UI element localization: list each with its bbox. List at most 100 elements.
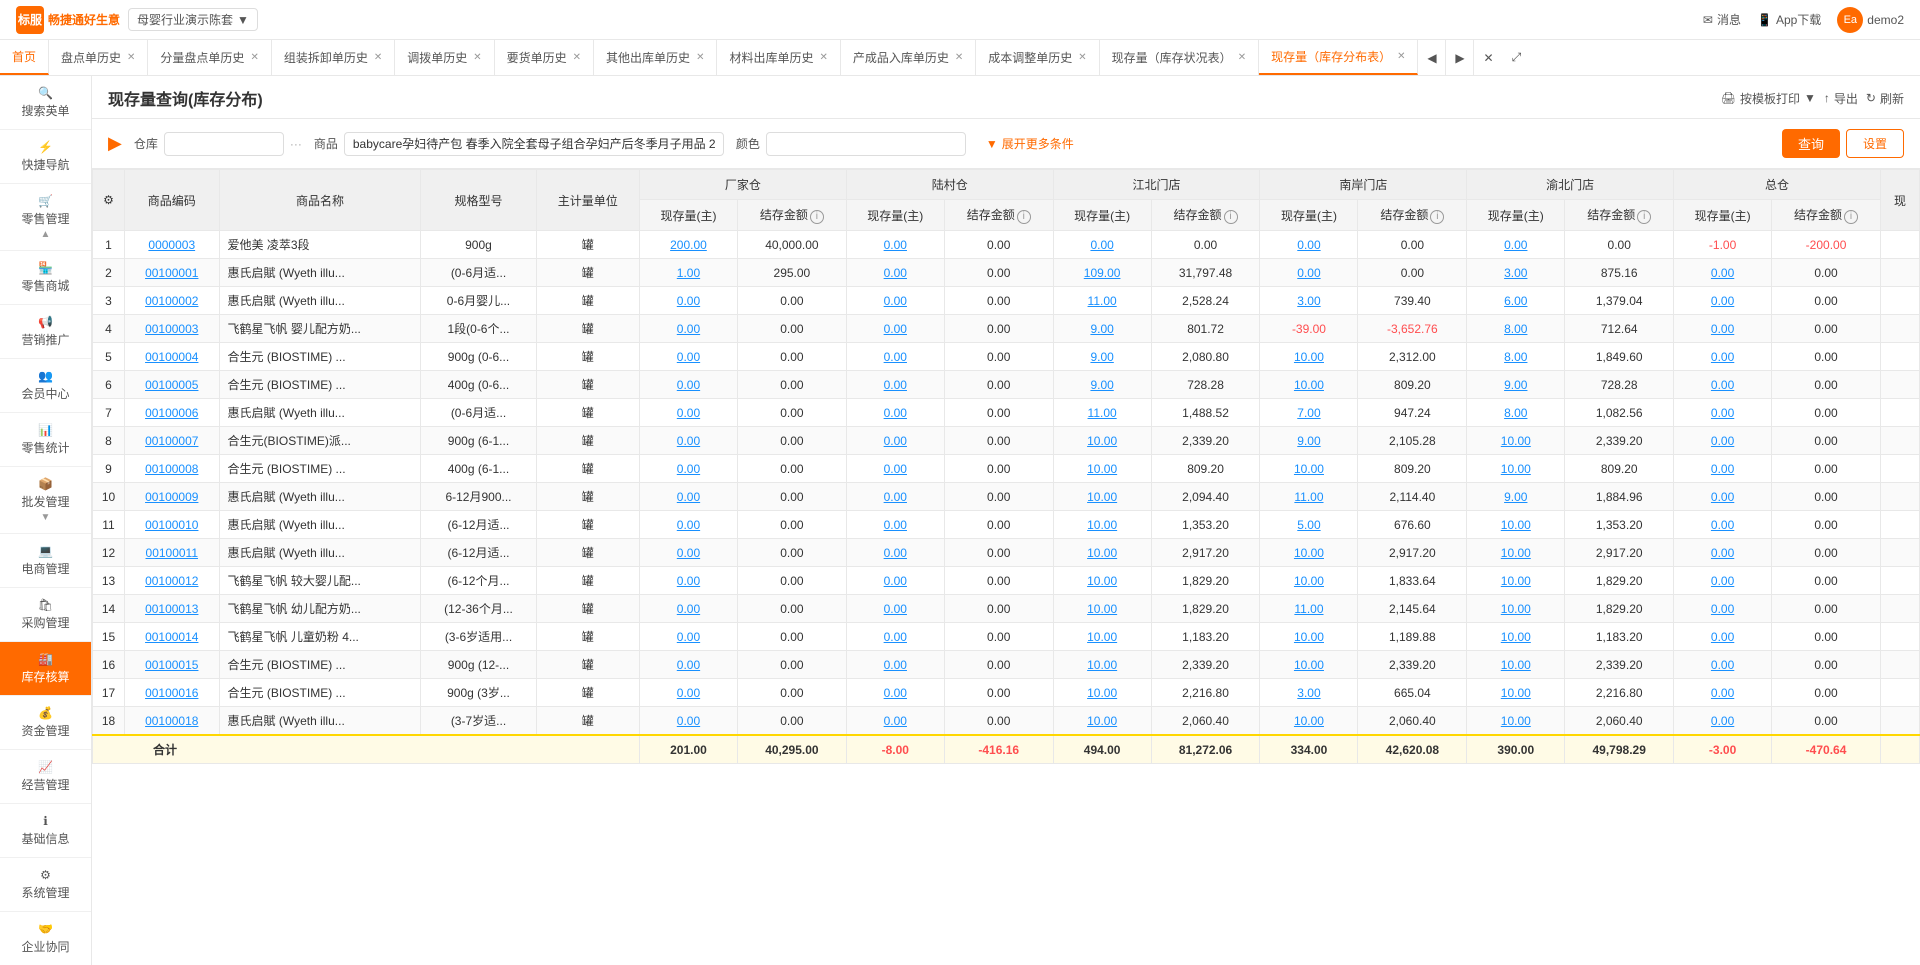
lc-amt-cell: 0.00 [944, 623, 1053, 651]
jb-qty-cell: 10.00 [1053, 679, 1151, 707]
close-icon[interactable]: ✕ [1238, 52, 1246, 63]
yb-amt-cell: 1,829.20 [1565, 567, 1674, 595]
table-row: 2 00100001 惠氏启賦 (Wyeth illu... (0-6月适...… [93, 259, 1920, 287]
warehouse-input[interactable] [164, 132, 284, 156]
info-icon[interactable]: i [1637, 210, 1651, 224]
tab-split-check[interactable]: 分量盘点单历史 ✕ [148, 40, 271, 75]
jb-qty-cell: 10.00 [1053, 595, 1151, 623]
close-icon[interactable]: ✕ [473, 52, 481, 63]
tab-assemble[interactable]: 组装拆卸单历史 ✕ [272, 40, 395, 75]
tab-home[interactable]: 首页 [0, 40, 49, 75]
total-amt-cell: 0.00 [1772, 315, 1881, 343]
expand-btn[interactable]: ▼ 展开更多条件 [986, 135, 1074, 152]
print-btn[interactable]: 🖨 按模板打印 ▼ [1721, 90, 1816, 107]
sidebar-item-collab[interactable]: 🤝 企业协同 [0, 912, 91, 965]
na-qty-cell: 10.00 [1260, 707, 1358, 736]
jb-amt-cell: 801.72 [1151, 315, 1260, 343]
toggle-filter-btn[interactable]: ▶ [108, 133, 122, 154]
lc-amt-cell: 0.00 [944, 231, 1053, 259]
tab-inventory-check[interactable]: 盘点单历史 ✕ [49, 40, 148, 75]
sidebar-item-shop[interactable]: 🏪 零售商城 [0, 251, 91, 305]
tab-close-all-btn[interactable]: ✕ [1474, 40, 1502, 75]
sidebar-item-ecommerce[interactable]: 💻 电商管理 [0, 534, 91, 588]
warehouse-more-icon[interactable]: ··· [290, 137, 302, 151]
table-body: 1 0000003 爱他美 凌萃3段 900g 罐 200.00 40,000.… [93, 231, 1920, 764]
close-icon[interactable]: ✕ [1397, 51, 1405, 62]
na-qty-cell: 0.00 [1260, 259, 1358, 287]
sidebar-item-quicknav[interactable]: ⚡ 快捷导航 [0, 130, 91, 184]
close-icon[interactable]: ✕ [819, 52, 827, 63]
info-icon[interactable]: i [1844, 210, 1858, 224]
tab-material-out[interactable]: 材料出库单历史 ✕ [717, 40, 840, 75]
code-cell: 00100012 [125, 567, 220, 595]
info-icon[interactable]: i [1017, 210, 1031, 224]
sidebar-item-member[interactable]: 👥 会员中心 [0, 359, 91, 413]
close-icon[interactable]: ✕ [573, 52, 581, 63]
tab-cost-adjust[interactable]: 成本调整单历史 ✕ [976, 40, 1099, 75]
spec-cell: (0-6月适... [421, 259, 536, 287]
sidebar-item-business[interactable]: 📈 经营管理 [0, 750, 91, 804]
sidebar-item-inventory[interactable]: 🏭 库存核算 [0, 642, 91, 696]
na-qty-cell: 7.00 [1260, 399, 1358, 427]
app-download-btn[interactable]: 📱 App下载 [1757, 11, 1821, 28]
refresh-btn[interactable]: ↻ 刷新 [1866, 90, 1904, 107]
setting-btn[interactable]: 设置 [1846, 129, 1904, 158]
sidebar-item-retail-stats[interactable]: 📊 零售统计 [0, 413, 91, 467]
close-icon[interactable]: ✕ [696, 52, 704, 63]
lc-qty-cell: 0.00 [846, 539, 944, 567]
tab-other-out[interactable]: 其他出库单历史 ✕ [594, 40, 717, 75]
yb-amt-cell: 2,060.40 [1565, 707, 1674, 736]
close-icon[interactable]: ✕ [955, 52, 963, 63]
tab-transfer[interactable]: 调拨单历史 ✕ [395, 40, 494, 75]
tab-requisition[interactable]: 要货单历史 ✕ [495, 40, 594, 75]
goods-input[interactable] [344, 132, 724, 156]
info-icon[interactable]: i [1224, 210, 1238, 224]
jb-qty-cell: 10.00 [1053, 455, 1151, 483]
total-amt-cell: 0.00 [1772, 511, 1881, 539]
table-row: 14 00100013 飞鹤星飞帆 幼儿配方奶... (12-36个月... 罐… [93, 595, 1920, 623]
close-icon[interactable]: ✕ [1078, 52, 1086, 63]
sidebar-item-marketing[interactable]: 📢 营销推广 [0, 305, 91, 359]
messages-btn[interactable]: ✉ 消息 [1703, 11, 1741, 28]
export-btn[interactable]: ↑ 导出 [1824, 90, 1858, 107]
jb-amt-cell: 1,353.20 [1151, 511, 1260, 539]
lc-qty-cell: 0.00 [846, 595, 944, 623]
user-menu[interactable]: Ea demo2 [1837, 7, 1904, 33]
sidebar-item-search[interactable]: 🔍 搜索英单 [0, 76, 91, 130]
search-btn[interactable]: 查询 [1782, 129, 1840, 158]
sidebar-item-basic[interactable]: ℹ 基础信息 [0, 804, 91, 858]
table-row: 10 00100009 惠氏启賦 (Wyeth illu... 6-12月900… [93, 483, 1920, 511]
tab-next-btn[interactable]: ▶ [1446, 40, 1474, 75]
name-cell: 合生元 (BIOSTIME) ... [219, 455, 421, 483]
sidebar-item-purchase[interactable]: 🛍 采购管理 [0, 588, 91, 642]
jb-qty-cell: 10.00 [1053, 539, 1151, 567]
industry-selector[interactable]: 母婴行业演示陈套 ▼ [128, 8, 258, 31]
close-icon[interactable]: ✕ [250, 52, 258, 63]
jb-qty-cell: 10.00 [1053, 707, 1151, 736]
tab-product-in[interactable]: 产成品入库单历史 ✕ [841, 40, 976, 75]
stats-icon: 📊 [38, 423, 53, 437]
yb-qty-cell: 10.00 [1467, 567, 1565, 595]
color-input[interactable] [766, 132, 966, 156]
sidebar-item-finance[interactable]: 💰 资金管理 [0, 696, 91, 750]
sidebar-item-retail[interactable]: 🛒 零售管理 ▲ [0, 184, 91, 251]
cur-qty-cell [1880, 623, 1919, 651]
info-icon[interactable]: i [1430, 210, 1444, 224]
total-qty-cell: 0.00 [1674, 539, 1772, 567]
lc-amt-cell: 0.00 [944, 399, 1053, 427]
lc-amt-cell: 0.00 [944, 343, 1053, 371]
na-qty-cell: 10.00 [1260, 455, 1358, 483]
close-icon[interactable]: ✕ [374, 52, 382, 63]
table-row: 5 00100004 合生元 (BIOSTIME) ... 900g (0-6.… [93, 343, 1920, 371]
tab-expand-btn[interactable]: ⤢ [1502, 40, 1530, 75]
sidebar-item-wholesale[interactable]: 📦 批发管理 ▼ [0, 467, 91, 534]
print-icon: 🖨 [1721, 91, 1736, 105]
sum-total-amt: -470.64 [1772, 735, 1881, 764]
tab-prev-btn[interactable]: ◀ [1418, 40, 1446, 75]
tab-stock-dist[interactable]: 现存量（库存分布表） ✕ [1259, 40, 1418, 75]
unit-cell: 罐 [536, 679, 639, 707]
info-icon[interactable]: i [810, 210, 824, 224]
tab-stock-status[interactable]: 现存量（库存状况表） ✕ [1100, 40, 1259, 75]
close-icon[interactable]: ✕ [127, 52, 135, 63]
sidebar-item-system[interactable]: ⚙ 系统管理 [0, 858, 91, 912]
